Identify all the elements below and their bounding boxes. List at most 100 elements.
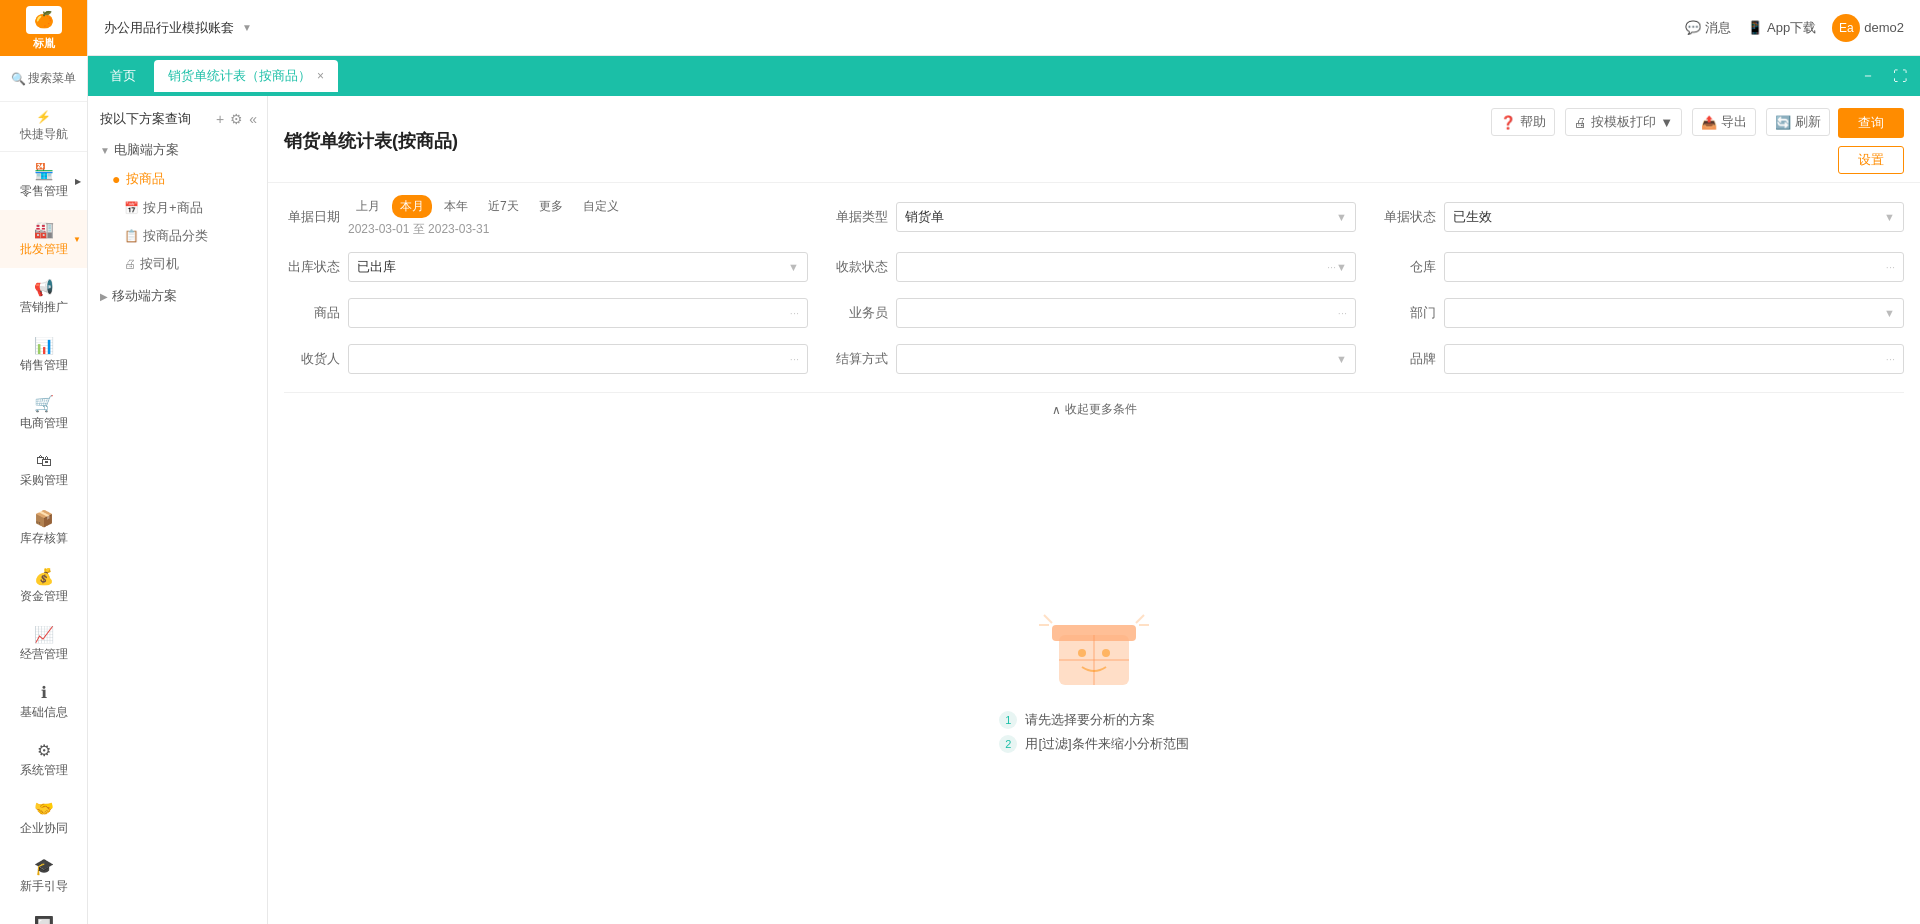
collapse-icon: ∧ — [1052, 403, 1061, 417]
tab-sales-stats[interactable]: 销货单统计表（按商品） × — [154, 60, 338, 92]
logo-emoji: 🍊 — [34, 10, 54, 29]
date-tab-custom[interactable]: 自定义 — [575, 195, 627, 218]
empty-illustration — [1034, 595, 1154, 695]
by-category-label: 按商品分类 — [143, 227, 208, 245]
sidebar-item-basic[interactable]: ℹ 基础信息 — [0, 673, 87, 731]
goods-label: 商品 — [284, 304, 348, 322]
scheme-by-printer[interactable]: 🖨 按司机 — [88, 250, 267, 278]
quick-nav-btn[interactable]: ⚡ 快捷导航 — [0, 102, 87, 152]
messages-btn[interactable]: 💬 消息 — [1685, 19, 1731, 37]
payment-status-input[interactable]: ··· ▼ — [896, 252, 1356, 282]
sidebar-item-purchase[interactable]: 🛍 采购管理 — [0, 442, 87, 499]
sidebar-item-sales[interactable]: 📊 销售管理 — [0, 326, 87, 384]
left-panel-header: 按以下方案查询 + ⚙ « — [88, 104, 267, 134]
search-menu-btn[interactable]: 🔍 搜索菜单 — [6, 64, 81, 93]
doc-status-input[interactable]: 已生效 ▼ — [1444, 202, 1904, 232]
user-profile[interactable]: Ea demo2 — [1832, 14, 1904, 42]
payment-method-input[interactable]: ▼ — [896, 344, 1356, 374]
brand-label: 品牌 — [1380, 350, 1444, 368]
date-tab-this-year[interactable]: 本年 — [436, 195, 476, 218]
wholesale-icon: 🏭 — [34, 220, 54, 239]
department-input[interactable]: ▼ — [1444, 298, 1904, 328]
doc-status-label: 单据状态 — [1380, 208, 1444, 226]
main-area: 办公用品行业模拟账套 ▼ 💬 消息 📱 App下载 Ea demo2 首页 — [88, 0, 1920, 924]
doc-type-arrow: ▼ — [1336, 211, 1347, 223]
add-scheme-btn[interactable]: + — [216, 111, 224, 127]
tab-home[interactable]: 首页 — [96, 60, 150, 92]
header-actions: ❓ 帮助 🖨 按模板打印 ▼ 📤 导出 🔄 — [1491, 108, 1904, 174]
tab-minimize-btn[interactable]: － — [1856, 64, 1880, 88]
search-menu-area[interactable]: 🔍 搜索菜单 — [0, 56, 87, 102]
sidebar-nav: 🏪 零售管理 ▶ 🏭 批发管理 ▼ 📢 营销推广 📊 销售管理 🛒 电商管理 🛍… — [0, 152, 87, 924]
tab-maximize-btn[interactable]: ⛶ — [1888, 64, 1912, 88]
app-download-btn[interactable]: 📱 App下载 — [1747, 19, 1816, 37]
purchase-icon: 🛍 — [36, 452, 52, 470]
refresh-btn[interactable]: 🔄 刷新 — [1766, 108, 1830, 136]
sidebar-item-finance[interactable]: 💰 资金管理 — [0, 557, 87, 615]
stock-status-input[interactable]: 已出库 ▼ — [348, 252, 808, 282]
by-category-icon: 📋 — [124, 229, 139, 243]
warehouse-input[interactable]: ··· — [1444, 252, 1904, 282]
date-tab-7days[interactable]: 近7天 — [480, 195, 527, 218]
print-btn[interactable]: 🖨 按模板打印 ▼ — [1565, 108, 1682, 136]
by-goods-icon: ● — [112, 171, 120, 187]
filter-area: 单据日期 上月 本月 本年 近7天 更多 自定义 2023-03-01 至 20… — [268, 183, 1920, 424]
sidebar-item-basic-label: 基础信息 — [20, 704, 68, 721]
sidebar-item-operation[interactable]: 📈 经营管理 — [0, 615, 87, 673]
doc-status-arrow: ▼ — [1884, 211, 1895, 223]
sidebar-item-inventory[interactable]: 📦 库存核算 — [0, 499, 87, 557]
sidebar-item-retail[interactable]: 🏪 零售管理 ▶ — [0, 152, 87, 210]
date-tab-this-month[interactable]: 本月 — [392, 195, 432, 218]
tab-close-btn[interactable]: × — [317, 70, 324, 82]
empty-tip-1: 1 请先选择要分析的方案 — [999, 711, 1188, 729]
department-arrow: ▼ — [1884, 307, 1895, 319]
left-panel-title: 按以下方案查询 — [100, 110, 191, 128]
scheme-by-goods[interactable]: ● 按商品 — [88, 164, 267, 194]
desktop-scheme-toggle[interactable]: ▼ 电脑端方案 — [88, 136, 267, 164]
date-tab-more[interactable]: 更多 — [531, 195, 571, 218]
quick-nav-icon: ⚡ — [36, 110, 51, 124]
payment-status-dots: ··· — [1327, 261, 1336, 273]
setting-btn[interactable]: 设置 — [1838, 146, 1904, 174]
payment-method-arrow: ▼ — [1336, 353, 1347, 365]
filter-doc-status: 单据状态 已生效 ▼ — [1380, 195, 1904, 238]
filter-warehouse: 仓库 ··· — [1380, 250, 1904, 284]
receiver-label: 收货人 — [284, 350, 348, 368]
goods-dots: ··· — [790, 307, 799, 319]
filter-brand: 品牌 ··· — [1380, 342, 1904, 376]
date-tab-last-month[interactable]: 上月 — [348, 195, 388, 218]
sidebar-item-system[interactable]: ⚙ 系统管理 — [0, 731, 87, 789]
sidebar-item-wholesale[interactable]: 🏭 批发管理 ▼ — [0, 210, 87, 268]
sidebar-item-ecommerce[interactable]: 🛒 电商管理 — [0, 384, 87, 442]
doc-type-input[interactable]: 销货单 ▼ — [896, 202, 1356, 232]
sidebar-item-marketing[interactable]: 📢 营销推广 — [0, 268, 87, 326]
by-goods-label: 按商品 — [126, 170, 165, 188]
query-btn[interactable]: 查询 — [1838, 108, 1904, 138]
logo-text: 标胤 — [33, 36, 55, 51]
tabbar: 首页 销货单统计表（按商品） × － ⛶ — [88, 56, 1920, 96]
receiver-input[interactable]: ··· — [348, 344, 808, 374]
username: demo2 — [1864, 20, 1904, 35]
help-btn[interactable]: ❓ 帮助 — [1491, 108, 1555, 136]
sidebar-item-newbie[interactable]: 🎓 新手引导 — [0, 847, 87, 905]
quick-nav-label: 快捷导航 — [20, 126, 68, 143]
sidebar-item-apps[interactable]: 🔲 应用中心 — [0, 905, 87, 924]
salesperson-input[interactable]: ··· — [896, 298, 1356, 328]
export-btn[interactable]: 📤 导出 — [1692, 108, 1756, 136]
collapse-bar[interactable]: ∧ 收起更多条件 — [284, 392, 1904, 424]
scheme-settings-btn[interactable]: ⚙ — [230, 111, 243, 127]
mobile-scheme-section: ▶ 移动端方案 — [88, 280, 267, 312]
filter-goods: 商品 ··· — [284, 296, 808, 330]
brand-input[interactable]: ··· — [1444, 344, 1904, 374]
collapse-panel-btn[interactable]: « — [249, 111, 257, 127]
scheme-by-month-goods[interactable]: 📅 按月+商品 — [88, 194, 267, 222]
filter-doc-type: 单据类型 销货单 ▼ — [832, 195, 1356, 238]
goods-input[interactable]: ··· — [348, 298, 808, 328]
sidebar-item-enterprise[interactable]: 🤝 企业协同 — [0, 789, 87, 847]
scheme-by-category[interactable]: 📋 按商品分类 — [88, 222, 267, 250]
mobile-scheme-toggle[interactable]: ▶ 移动端方案 — [88, 282, 267, 310]
search-menu-label: 搜索菜单 — [28, 70, 76, 87]
retail-icon: 🏪 — [34, 162, 54, 181]
department-label: 部门 — [1380, 304, 1444, 322]
filter-row-1: 单据日期 上月 本月 本年 近7天 更多 自定义 2023-03-01 至 20… — [284, 195, 1904, 246]
